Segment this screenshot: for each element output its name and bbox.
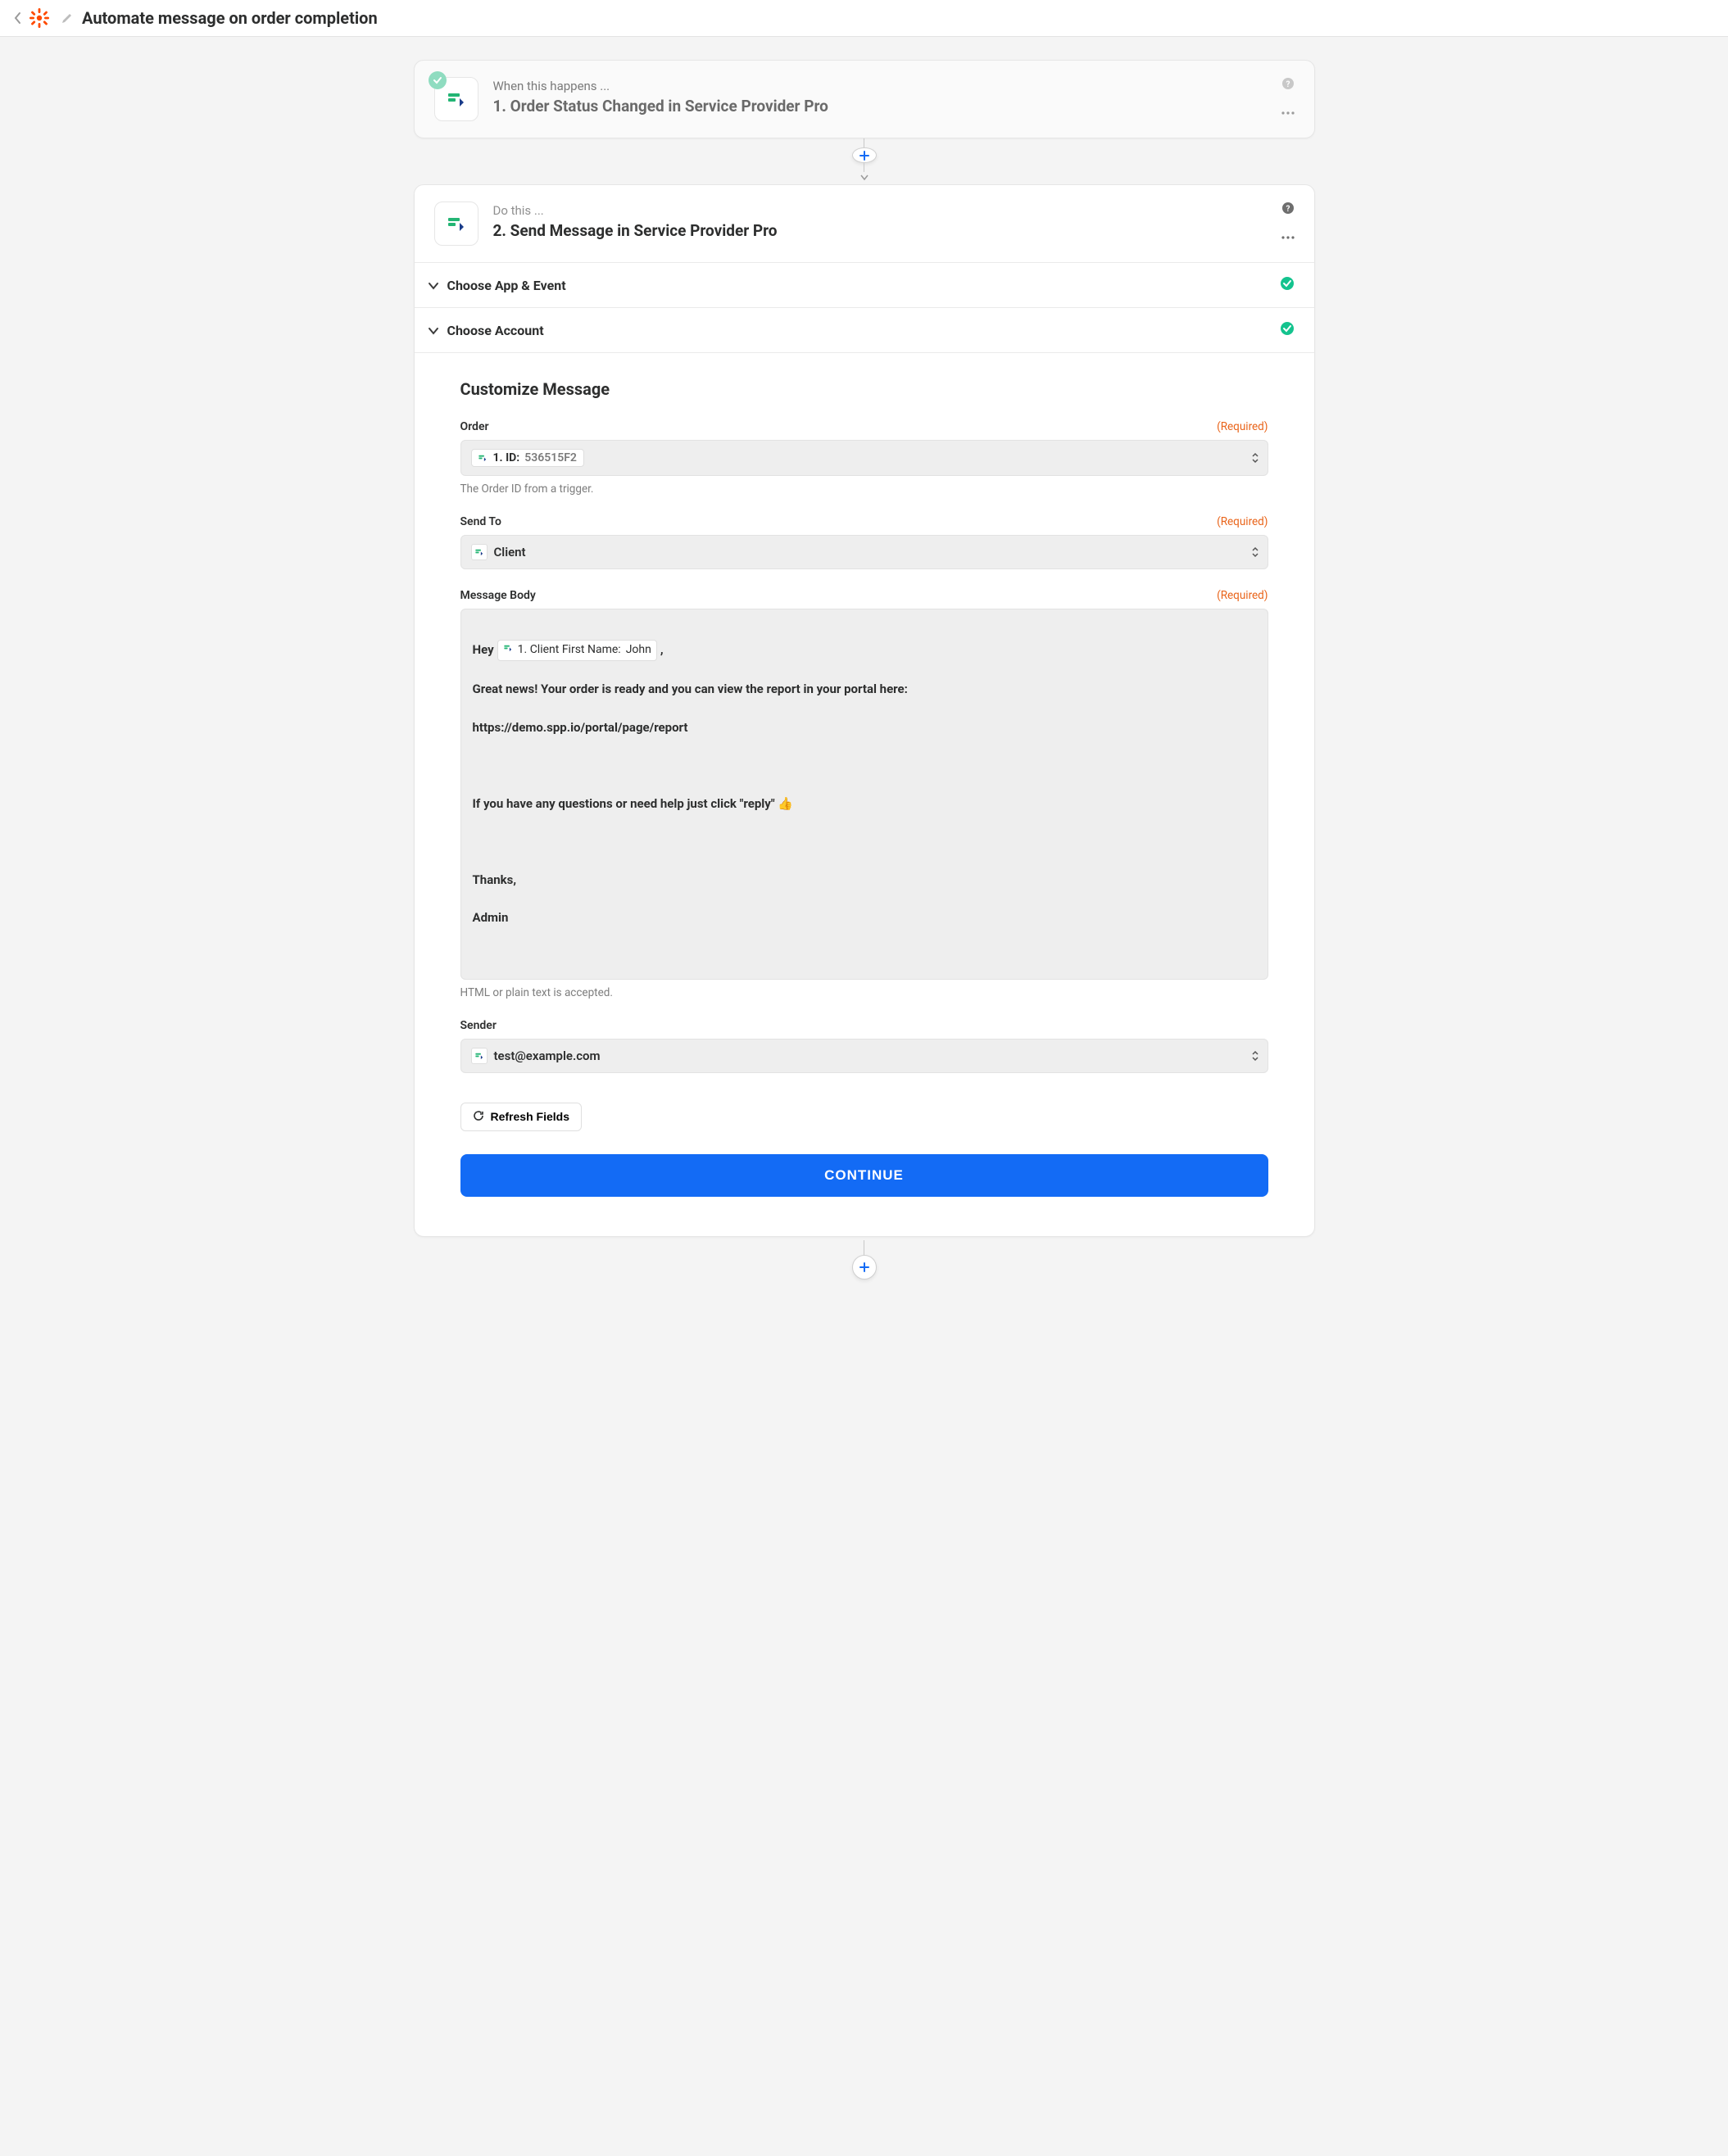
pill-value: John (626, 641, 651, 659)
spp-logo-icon (471, 544, 488, 560)
continue-label: CONTINUE (824, 1167, 904, 1183)
sender-label: Sender (460, 1019, 497, 1032)
send-to-value: Client (494, 545, 526, 559)
sender-value: test@example.com (494, 1049, 601, 1063)
continue-button[interactable]: CONTINUE (460, 1154, 1268, 1197)
action-headline: 2. Send Message in Service Provider Pro (493, 221, 1267, 240)
action-help-icon[interactable]: ? (1281, 202, 1295, 218)
order-pill-value: 536515F2 (524, 451, 577, 464)
field-sender: Sender test@example.com (460, 1019, 1268, 1073)
sender-select[interactable]: test@example.com (460, 1039, 1268, 1073)
arrow-down-icon (860, 170, 869, 184)
msg-line2: Great news! Your order is ready and you … (473, 682, 908, 696)
spp-logo-icon (503, 641, 513, 659)
refresh-label: Refresh Fields (491, 1110, 569, 1123)
svg-text:?: ? (1286, 205, 1290, 214)
order-select[interactable]: 1. ID: 536515F2 (460, 440, 1268, 476)
spp-logo-icon (477, 452, 488, 464)
svg-text:?: ? (1286, 80, 1290, 89)
order-pill: 1. ID: 536515F2 (471, 449, 584, 467)
action-step-card: Do this ... 2. Send Message in Service P… (414, 184, 1315, 1237)
trigger-help-icon[interactable]: ? (1281, 77, 1295, 93)
customize-title: Customize Message (460, 379, 1268, 399)
page-title: Automate message on order completion (82, 8, 378, 28)
chevron-down-icon (428, 323, 439, 338)
section-choose-account-label: Choose Account (447, 323, 544, 338)
select-chevrons-icon (1251, 546, 1259, 558)
pill-label: 1. Client First Name: (518, 641, 621, 659)
order-help: The Order ID from a trigger. (460, 482, 1268, 496)
trigger-app-icon (434, 77, 478, 121)
chevron-down-icon (428, 278, 439, 293)
required-label: (Required) (1217, 589, 1268, 602)
select-chevrons-icon (1251, 1050, 1259, 1062)
field-message-body: Message Body (Required) Hey1. Client Fir… (460, 589, 1268, 999)
trigger-eyebrow: When this happens ... (493, 79, 1267, 93)
back-arrow-icon[interactable] (13, 11, 21, 25)
msg-comma: , (660, 642, 664, 657)
edit-title-icon[interactable] (61, 11, 74, 25)
zap-canvas: When this happens ... 1. Order Status Ch… (0, 37, 1728, 1316)
section-choose-app[interactable]: Choose App & Event (415, 262, 1314, 307)
trigger-more-icon[interactable] (1281, 103, 1295, 118)
required-label: (Required) (1217, 515, 1268, 528)
send-to-select[interactable]: Client (460, 535, 1268, 569)
connector-bottom (852, 1237, 877, 1283)
select-chevrons-icon (1251, 452, 1259, 464)
action-eyebrow: Do this ... (493, 203, 1267, 218)
spp-logo-icon (471, 1048, 488, 1064)
action-app-icon (434, 202, 478, 246)
add-step-button[interactable] (852, 1255, 877, 1280)
send-to-label: Send To (460, 515, 501, 528)
msg-line4: If you have any questions or need help j… (473, 796, 794, 811)
message-body-input[interactable]: Hey1. Client First Name: John, Great new… (460, 609, 1268, 980)
refresh-fields-button[interactable]: Refresh Fields (460, 1103, 582, 1131)
spp-logo-icon (446, 213, 467, 234)
order-label: Order (460, 420, 489, 433)
zapier-logo-icon (29, 8, 49, 28)
msg-hey: Hey (473, 642, 494, 657)
status-ok-icon (1280, 321, 1295, 339)
section-customize-message: Customize Message Order (Required) 1. ID… (415, 352, 1314, 1236)
refresh-icon (473, 1110, 484, 1124)
msg-line5: Thanks, (473, 872, 517, 887)
order-pill-prefix: 1. ID: (493, 451, 520, 464)
topbar: Automate message on order completion (0, 0, 1728, 37)
field-order: Order (Required) 1. ID: 536515F2 (460, 420, 1268, 496)
msg-line6: Admin (473, 910, 509, 925)
add-step-button[interactable] (852, 147, 877, 163)
section-choose-app-label: Choose App & Event (447, 278, 566, 293)
message-body-label: Message Body (460, 589, 536, 602)
check-badge-icon (429, 71, 447, 89)
spp-logo-icon (446, 88, 467, 110)
trigger-step-card[interactable]: When this happens ... 1. Order Status Ch… (414, 60, 1315, 138)
msg-line3: https://demo.spp.io/portal/page/report (473, 720, 688, 735)
trigger-headline: 1. Order Status Changed in Service Provi… (493, 97, 1267, 116)
client-first-name-pill: 1. Client First Name: John (497, 640, 657, 661)
field-send-to: Send To (Required) Client (460, 515, 1268, 569)
section-choose-account[interactable]: Choose Account (415, 307, 1314, 352)
action-more-icon[interactable] (1281, 228, 1295, 242)
status-ok-icon (1280, 276, 1295, 294)
connector (852, 138, 877, 184)
message-body-help: HTML or plain text is accepted. (460, 986, 1268, 999)
required-label: (Required) (1217, 420, 1268, 433)
